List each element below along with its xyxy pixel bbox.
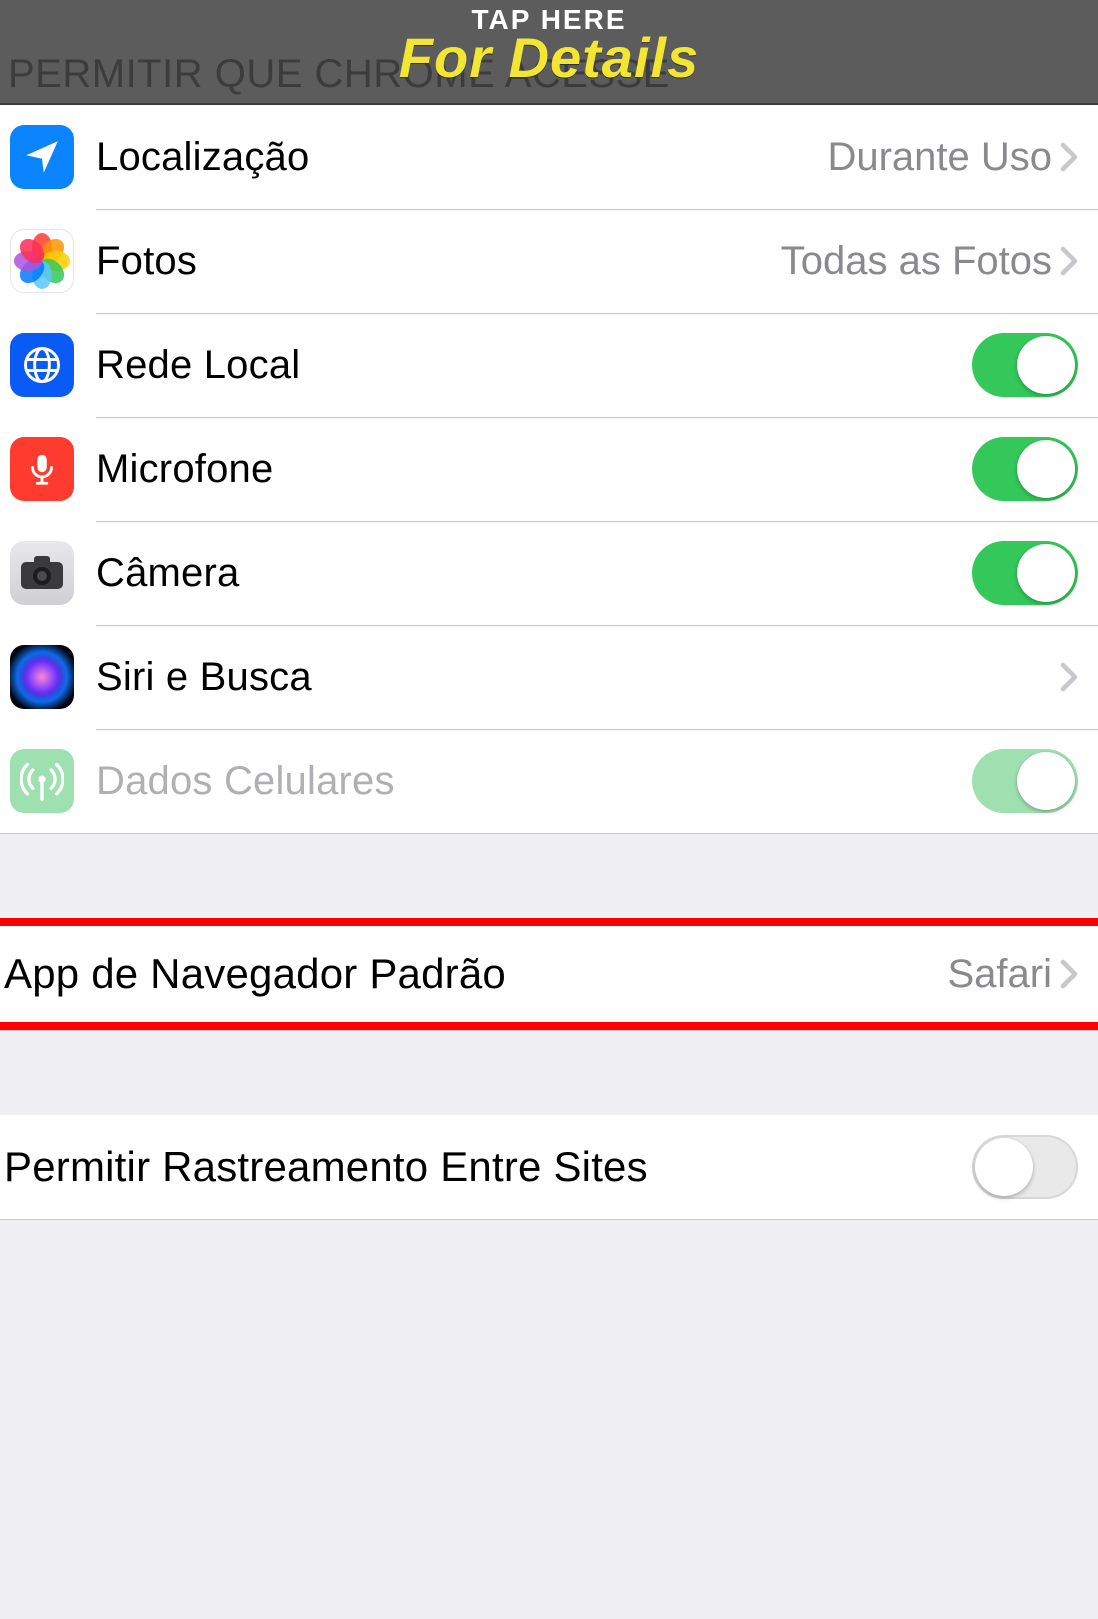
location-icon: [10, 125, 74, 189]
permissions-group: Localização Durante Uso Fotos Todas as F…: [0, 105, 1098, 833]
microphone-icon: [10, 437, 74, 501]
section-spacer: [0, 1030, 1098, 1115]
ad-banner[interactable]: PERMITIR QUE CHROME ACESSE TAP HERE For …: [0, 0, 1098, 105]
tracking-toggle[interactable]: [972, 1135, 1078, 1199]
row-microphone[interactable]: Microfone: [0, 417, 1098, 521]
chevron-right-icon: [1060, 661, 1078, 693]
chevron-right-icon: [1060, 958, 1078, 990]
row-camera[interactable]: Câmera: [0, 521, 1098, 625]
microphone-label: Microfone: [96, 447, 972, 492]
row-default-browser[interactable]: App de Navegador Padrão Safari: [0, 926, 1098, 1022]
tracking-label: Permitir Rastreamento Entre Sites: [4, 1143, 972, 1191]
banner-text: TAP HERE For Details: [399, 6, 699, 86]
location-detail: Durante Uso: [827, 135, 1052, 180]
globe-icon: [10, 333, 74, 397]
location-label: Localização: [96, 135, 827, 180]
bottom-padding: [0, 1219, 1098, 1619]
siri-icon: [10, 645, 74, 709]
local-network-label: Rede Local: [96, 343, 972, 388]
row-location[interactable]: Localização Durante Uso: [0, 105, 1098, 209]
section-spacer: [0, 833, 1098, 918]
siri-label: Siri e Busca: [96, 655, 1060, 700]
camera-icon: [10, 541, 74, 605]
camera-toggle[interactable]: [972, 541, 1078, 605]
camera-label: Câmera: [96, 551, 972, 596]
photos-label: Fotos: [96, 239, 781, 284]
microphone-toggle[interactable]: [972, 437, 1078, 501]
default-browser-value: Safari: [948, 952, 1053, 997]
row-cross-site-tracking[interactable]: Permitir Rastreamento Entre Sites: [0, 1115, 1098, 1219]
row-photos[interactable]: Fotos Todas as Fotos: [0, 209, 1098, 313]
cellular-label: Dados Celulares: [96, 759, 972, 804]
antenna-icon: [10, 749, 74, 813]
cellular-toggle: [972, 749, 1078, 813]
default-browser-label: App de Navegador Padrão: [4, 950, 948, 998]
local-network-toggle[interactable]: [972, 333, 1078, 397]
highlight-box: App de Navegador Padrão Safari: [0, 918, 1098, 1030]
tracking-group: Permitir Rastreamento Entre Sites: [0, 1115, 1098, 1219]
photos-icon: [10, 229, 74, 293]
banner-line2: For Details: [399, 30, 699, 86]
chevron-right-icon: [1060, 245, 1078, 277]
row-cellular-data[interactable]: Dados Celulares: [0, 729, 1098, 833]
photos-detail: Todas as Fotos: [781, 239, 1052, 284]
chevron-right-icon: [1060, 141, 1078, 173]
row-local-network[interactable]: Rede Local: [0, 313, 1098, 417]
row-siri[interactable]: Siri e Busca: [0, 625, 1098, 729]
